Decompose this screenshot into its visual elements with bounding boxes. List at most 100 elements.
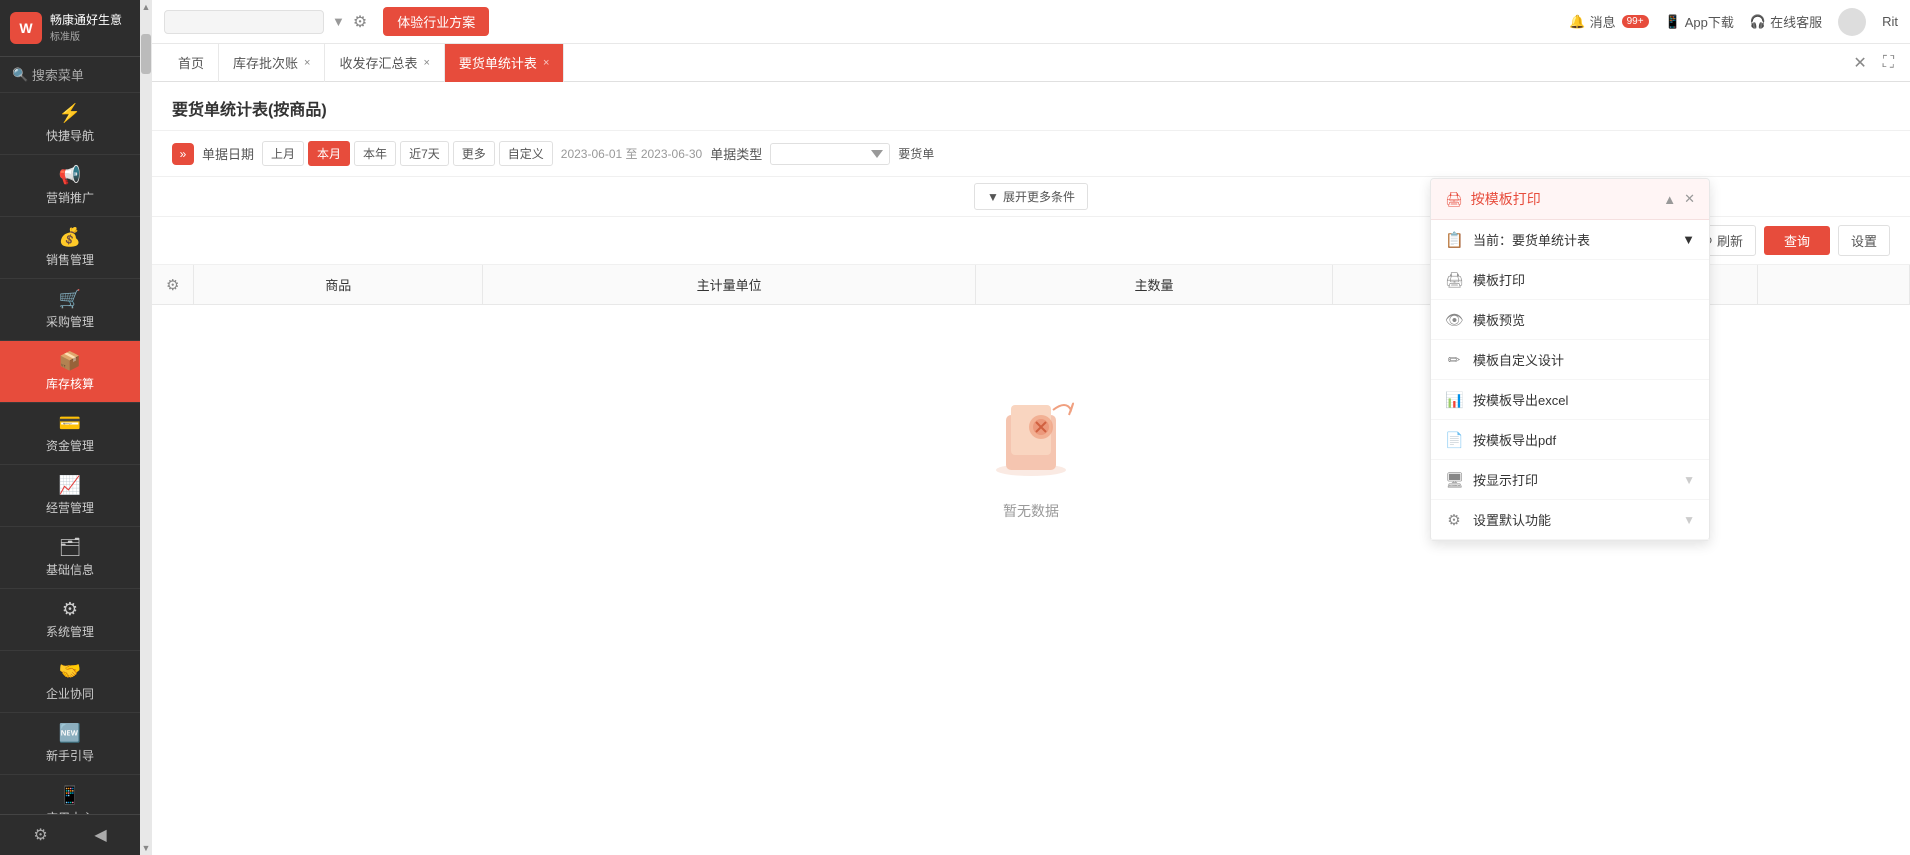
dropdown-item-design[interactable]: ✏ 模板自定义设计 [1431,340,1709,380]
dropdown-item-default-settings[interactable]: ⚙ 设置默认功能 ▼ [1431,500,1709,540]
current-template-label: 当前：要货单统计表 [1473,230,1590,249]
template-design-label: 模板自定义设计 [1473,350,1564,369]
finance-icon: 💳 [59,413,81,434]
scroll-thumb[interactable] [141,34,151,74]
sidebar-item-sales[interactable]: 💰 销售管理 [0,217,140,279]
sidebar: W 畅康通好生意 标准版 🔍 搜索菜单 ⚡ 快捷导航 📢 营销推广 💰 销售管理… [0,0,140,855]
template-design-icon: ✏ [1445,351,1463,369]
sidebar-item-base[interactable]: 🗂 基础信息 [0,527,140,589]
sidebar-label-system: 系统管理 [46,623,94,640]
main-area: ▼ ⚙ 体验行业方案 🔔 消息 99+ 📱 App下载 🎧 在线客服 Rit 首… [152,0,1910,855]
footer-collapse-icon[interactable]: ◀ [94,825,106,845]
scroll-down-btn[interactable]: ▼ [140,841,152,855]
enterprise-icon: 🤝 [59,661,81,682]
sidebar-item-purchase[interactable]: 🛒 采购管理 [0,279,140,341]
dropdown-close-btn[interactable]: ✕ [1684,191,1695,207]
sidebar-label-finance: 资金管理 [46,437,94,454]
tab-close-all-icon[interactable]: ✕ [1849,51,1870,75]
sidebar-item-appstore[interactable]: 📱 应用中心 [0,775,140,814]
expand-more-btn[interactable]: ▼ 展开更多条件 [974,183,1088,210]
date-btn-7days[interactable]: 近7天 [400,141,449,166]
notifications-count: 99+ [1622,15,1649,28]
topbar-gear-icon[interactable]: ⚙ [353,12,367,32]
tab-inventory-batch[interactable]: 库存批次账 × [219,44,325,82]
sidebar-item-inventory[interactable]: 📦 库存核算 [0,341,140,403]
sidebar-item-guide[interactable]: 🆕 新手引导 [0,713,140,775]
system-icon: ⚙ [62,599,78,620]
tabs-right-controls: ✕ ⛶ [1849,51,1898,75]
app-download-label: App下载 [1685,12,1734,31]
dropdown-item-current[interactable]: 📋 当前：要货单统计表 ▼ [1431,220,1709,260]
empty-illustration [981,385,1081,485]
app-name: 畅康通好生意 [50,13,122,29]
sidebar-item-business[interactable]: 📈 经营管理 [0,465,140,527]
tab-expand-icon[interactable]: ⛶ [1879,52,1898,74]
display-print-left: 🖥 按显示打印 [1445,470,1538,489]
template-pdf-label: 按模板导出pdf [1473,430,1556,449]
footer-settings-icon[interactable]: ⚙ [33,825,47,845]
dropdown-item-print[interactable]: 🖨 模板打印 [1431,260,1709,300]
date-btn-custom[interactable]: 自定义 [499,141,553,166]
sidebar-item-enterprise[interactable]: 🤝 企业协同 [0,651,140,713]
expand-down-icon: ▼ [987,190,999,204]
dropdown-header-right: ▲ ✕ [1663,191,1695,207]
dropdown-up-icon[interactable]: ▲ [1663,192,1676,207]
sidebar-label-quick-nav: 快捷导航 [46,127,94,144]
user-avatar[interactable] [1838,8,1866,36]
template-excel-icon: 📊 [1445,391,1463,409]
dropdown-item-pdf[interactable]: 📄 按模板导出pdf [1431,420,1709,460]
tab-home[interactable]: 首页 [164,44,219,82]
date-btn-this-year[interactable]: 本年 [354,141,396,166]
app-badge: 标准版 [50,28,122,43]
template-print-label: 模板打印 [1473,270,1525,289]
dropdown-item-excel[interactable]: 📊 按模板导出excel [1431,380,1709,420]
dropdown-item-preview[interactable]: 👁 模板预览 [1431,300,1709,340]
tab-receipt-summary[interactable]: 收发存汇总表 × [325,44,444,82]
display-print-icon: 🖥 [1445,471,1463,489]
sidebar-item-finance[interactable]: 💳 资金管理 [0,403,140,465]
col-settings-header[interactable]: ⚙ [152,265,194,305]
sidebar-label-guide: 新手引导 [46,747,94,764]
tab-order-stats-close[interactable]: × [543,57,549,69]
table-settings-icon[interactable]: ⚙ [166,277,179,294]
sidebar-search[interactable]: 🔍 搜索菜单 [0,57,140,93]
sidebar-item-quick-nav[interactable]: ⚡ 快捷导航 [0,93,140,155]
current-chevron-icon: ▼ [1682,232,1695,247]
user-name[interactable]: Rit [1882,14,1898,29]
type-select[interactable] [770,143,890,165]
sidebar-item-system[interactable]: ⚙ 系统管理 [0,589,140,651]
notifications-item[interactable]: 🔔 消息 99+ [1569,12,1648,31]
default-settings-icon: ⚙ [1445,511,1463,529]
date-btn-last-month[interactable]: 上月 [262,141,304,166]
col-quantity-header: 主数量 [976,265,1333,305]
default-settings-label: 设置默认功能 [1473,510,1551,529]
quick-nav-icon: ⚡ [59,103,81,124]
settings-btn[interactable]: 设置 [1838,225,1890,256]
topbar-dropdown-icon[interactable]: ▼ [332,14,345,29]
sidebar-item-marketing[interactable]: 📢 营销推广 [0,155,140,217]
date-btn-this-month[interactable]: 本月 [308,141,350,166]
purchase-icon: 🛒 [59,289,81,310]
sales-icon: 💰 [59,227,81,248]
display-print-label: 按显示打印 [1473,470,1538,489]
tab-inventory-batch-close[interactable]: × [304,57,310,69]
base-icon: 🗂 [59,537,82,558]
app-download-item[interactable]: 📱 App下载 [1665,12,1734,31]
tab-receipt-summary-label: 收发存汇总表 [339,53,417,72]
date-range-text: 2023-06-01 至 2023-06-30 [561,145,702,162]
sidebar-logo[interactable]: W 畅康通好生意 标准版 [0,0,140,57]
dropdown-item-display-print[interactable]: 🖥 按显示打印 ▼ [1431,460,1709,500]
sidebar-scrollbar[interactable]: ▲ ▼ [140,0,152,855]
query-btn[interactable]: 查询 [1764,226,1830,255]
page-content: 要货单统计表(按商品) » 单据日期 上月 本月 本年 近7天 更多 自定义 2… [152,82,1910,855]
topbar-search-input[interactable] [164,10,324,34]
scroll-up-btn[interactable]: ▲ [140,0,152,14]
industry-btn[interactable]: 体验行业方案 [383,7,489,36]
filter-expand-btn[interactable]: » [172,143,194,165]
date-btn-more[interactable]: 更多 [453,141,495,166]
online-service-item[interactable]: 🎧 在线客服 [1750,12,1822,31]
tab-receipt-summary-close[interactable]: × [423,57,429,69]
tab-inventory-batch-label: 库存批次账 [233,53,298,72]
template-preview-icon: 👁 [1445,311,1463,329]
tab-order-stats[interactable]: 要货单统计表 × [445,44,564,82]
